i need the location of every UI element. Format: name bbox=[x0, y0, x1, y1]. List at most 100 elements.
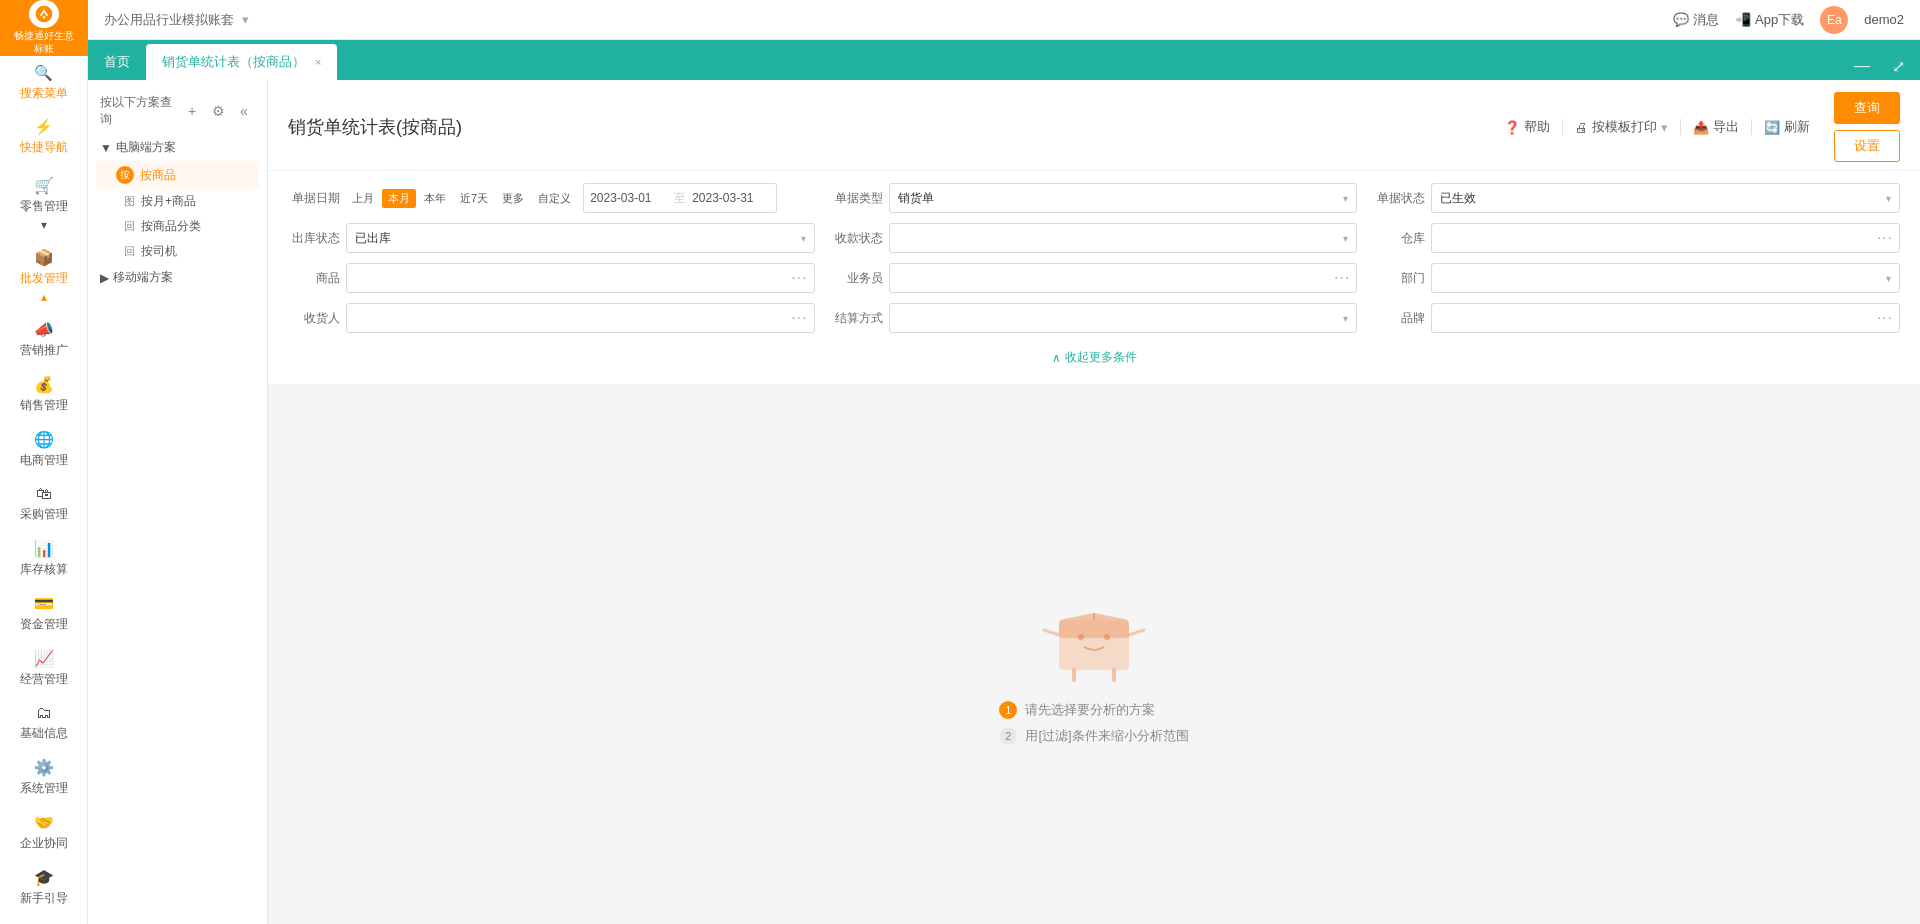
tree-group-mobile: ▶ 移动端方案 bbox=[88, 264, 267, 291]
brand-input[interactable] bbox=[1432, 304, 1870, 332]
payment-method-label: 结算方式 bbox=[831, 310, 883, 327]
date-tab-more[interactable]: 更多 bbox=[496, 189, 530, 208]
page-header: 销货单统计表(按商品) ❓ 帮助 🖨 按模板打印 ▾ 📤 bbox=[268, 80, 1920, 171]
staff-label: 业务员 bbox=[831, 270, 883, 287]
sidebar-item-inventory[interactable]: 📊 库存核算 bbox=[0, 531, 88, 586]
collapse-icon: ∧ bbox=[1052, 351, 1061, 365]
sidebar-item-operations[interactable]: 📈 经营管理 bbox=[0, 641, 88, 696]
brand-dots-btn[interactable]: ··· bbox=[1871, 309, 1899, 327]
tab-home[interactable]: 首页 bbox=[88, 44, 146, 80]
content-area: 按以下方案查询 + ⚙ « ▼ 电脑端方案 bbox=[88, 80, 1920, 924]
tab-close-btn[interactable]: × bbox=[315, 56, 321, 68]
stock-status-label: 出库状态 bbox=[288, 230, 340, 247]
sidebar-item-ecom[interactable]: 🌐 电商管理 bbox=[0, 422, 88, 477]
date-tab-last-month[interactable]: 上月 bbox=[346, 189, 380, 208]
export-btn[interactable]: 📤 导出 bbox=[1693, 118, 1739, 136]
sidebar-item-enterprise[interactable]: 🤝 企业协同 bbox=[0, 805, 88, 860]
doc-status-select[interactable]: 已生效 ▾ bbox=[1431, 183, 1900, 213]
date-from-input[interactable] bbox=[584, 184, 674, 212]
doc-type-value: 销货单 bbox=[898, 190, 934, 207]
right-content: 销货单统计表(按商品) ❓ 帮助 🖨 按模板打印 ▾ 📤 bbox=[268, 80, 1920, 924]
sidebar-item-retail[interactable]: 🛒 零售管理 ▾ bbox=[0, 168, 88, 240]
help-btn[interactable]: ❓ 帮助 bbox=[1504, 118, 1550, 136]
sidebar-item-finance[interactable]: 💳 资金管理 bbox=[0, 586, 88, 641]
sidebar-item-appstore[interactable]: 📱 应用中心 bbox=[0, 915, 88, 924]
print-btn[interactable]: 🖨 按模板打印 ▾ bbox=[1575, 118, 1668, 136]
app-logo[interactable]: 畅捷通好生意 标账 bbox=[0, 0, 88, 56]
empty-tip-1: 1 请先选择要分析的方案 bbox=[999, 701, 1188, 719]
dept-label: 部门 bbox=[1373, 270, 1425, 287]
svg-line-9 bbox=[1129, 630, 1144, 635]
print-dropdown-icon[interactable]: ▾ bbox=[1661, 120, 1668, 135]
filter-doc-type: 单据类型 销货单 ▾ bbox=[831, 183, 1358, 213]
set-button[interactable]: 设置 bbox=[1834, 130, 1900, 162]
doc-status-value: 已生效 bbox=[1440, 190, 1476, 207]
dept-select[interactable]: ▾ bbox=[1431, 263, 1900, 293]
collapse-filter-btn[interactable]: ∧ 收起更多条件 bbox=[288, 343, 1900, 372]
pc-group-label: 电脑端方案 bbox=[116, 139, 176, 156]
date-tab-custom[interactable]: 自定义 bbox=[532, 189, 577, 208]
operations-icon: 📈 bbox=[34, 649, 54, 668]
sidebar-item-wholesale[interactable]: 📦 批发管理 ▴ bbox=[0, 240, 88, 312]
product-input[interactable] bbox=[347, 264, 785, 292]
receiver-label: 收货人 bbox=[288, 310, 340, 327]
product-dots-btn[interactable]: ··· bbox=[785, 269, 813, 287]
settings-scheme-btn[interactable]: ⚙ bbox=[207, 100, 229, 122]
message-btn[interactable]: 💬 消息 bbox=[1673, 11, 1719, 29]
warehouse-dots-btn[interactable]: ··· bbox=[1871, 229, 1899, 247]
staff-input[interactable] bbox=[890, 264, 1328, 292]
svg-point-4 bbox=[1078, 634, 1084, 640]
user-avatar[interactable]: Ea bbox=[1820, 6, 1848, 34]
tree-item-by-month-product[interactable]: 图 按月+商品 bbox=[96, 189, 259, 214]
sidebar-quick-nav[interactable]: ⚡ 快捷导航 bbox=[0, 110, 88, 164]
warehouse-input[interactable] bbox=[1432, 224, 1870, 252]
add-scheme-btn[interactable]: + bbox=[181, 100, 203, 122]
tab-active[interactable]: 销货单统计表（按商品） × bbox=[146, 44, 337, 80]
receiver-input[interactable] bbox=[347, 304, 785, 332]
filter-brand: 品牌 ··· bbox=[1373, 303, 1900, 333]
tabs-bar: 首页 销货单统计表（按商品） × — ⤢ bbox=[88, 40, 1920, 80]
sidebar-item-purchase[interactable]: 🛍 采购管理 bbox=[0, 477, 88, 531]
receiver-dots-btn[interactable]: ··· bbox=[785, 309, 813, 327]
sub-icon-1: 图 bbox=[124, 194, 135, 209]
tree-item-by-product[interactable]: 按 按商品 bbox=[96, 161, 259, 189]
staff-dots-btn[interactable]: ··· bbox=[1328, 269, 1356, 287]
filter-row-4: 收货人 ··· 结算方式 ▾ 品牌 bbox=[288, 303, 1900, 333]
tree-group-pc-header[interactable]: ▼ 电脑端方案 bbox=[96, 134, 259, 161]
date-tab-7days[interactable]: 近7天 bbox=[454, 189, 494, 208]
filter-dept: 部门 ▾ bbox=[1373, 263, 1900, 293]
purchase-icon: 🛍 bbox=[36, 485, 52, 503]
empty-state: 1 请先选择要分析的方案 2 用[过滤]条件来缩小分析范围 bbox=[268, 385, 1920, 924]
date-tab-this-month[interactable]: 本月 bbox=[382, 189, 416, 208]
tab-maximize-btn[interactable]: ⤢ bbox=[1884, 52, 1912, 80]
tree-group-mobile-header[interactable]: ▶ 移动端方案 bbox=[96, 264, 259, 291]
dropdown-icon[interactable]: ▾ bbox=[242, 12, 249, 27]
app-download-btn[interactable]: 📲 App下载 bbox=[1735, 11, 1804, 29]
header-right: 💬 消息 📲 App下载 Ea demo2 bbox=[1673, 6, 1904, 34]
collapse-panel-btn[interactable]: « bbox=[233, 100, 255, 122]
date-to-input[interactable] bbox=[686, 184, 776, 212]
sidebar-item-sales[interactable]: 💰 销售管理 bbox=[0, 367, 88, 422]
sidebar-item-basics[interactable]: 🗂 基础信息 bbox=[0, 696, 88, 750]
sidebar-item-system[interactable]: ⚙️ 系统管理 bbox=[0, 750, 88, 805]
date-tab-this-year[interactable]: 本年 bbox=[418, 189, 452, 208]
dept-arrow: ▾ bbox=[1886, 273, 1891, 284]
tab-minimize-btn[interactable]: — bbox=[1848, 52, 1876, 80]
payment-status-select[interactable]: ▾ bbox=[889, 223, 1358, 253]
doc-type-select[interactable]: 销货单 ▾ bbox=[889, 183, 1358, 213]
download-icon: 📲 bbox=[1735, 12, 1751, 27]
brand-input-group: ··· bbox=[1431, 303, 1900, 333]
page-title: 销货单统计表(按商品) bbox=[288, 115, 462, 139]
guide-icon: 🎓 bbox=[34, 868, 54, 887]
tree-item-by-cashier[interactable]: 回 按司机 bbox=[96, 239, 259, 264]
sidebar-item-marketing[interactable]: 📣 营销推广 bbox=[0, 312, 88, 367]
stock-status-select[interactable]: 已出库 ▾ bbox=[346, 223, 815, 253]
payment-method-select[interactable]: ▾ bbox=[889, 303, 1358, 333]
tree-item-by-category[interactable]: 回 按商品分类 bbox=[96, 214, 259, 239]
receiver-input-group: ··· bbox=[346, 303, 815, 333]
refresh-btn[interactable]: 🔄 刷新 bbox=[1764, 118, 1810, 136]
sidebar-item-guide[interactable]: 🎓 新手引导 bbox=[0, 860, 88, 915]
query-button[interactable]: 查询 bbox=[1834, 92, 1900, 124]
finance-icon: 💳 bbox=[34, 594, 54, 613]
sidebar-search[interactable]: 🔍 搜索菜单 bbox=[0, 56, 88, 110]
